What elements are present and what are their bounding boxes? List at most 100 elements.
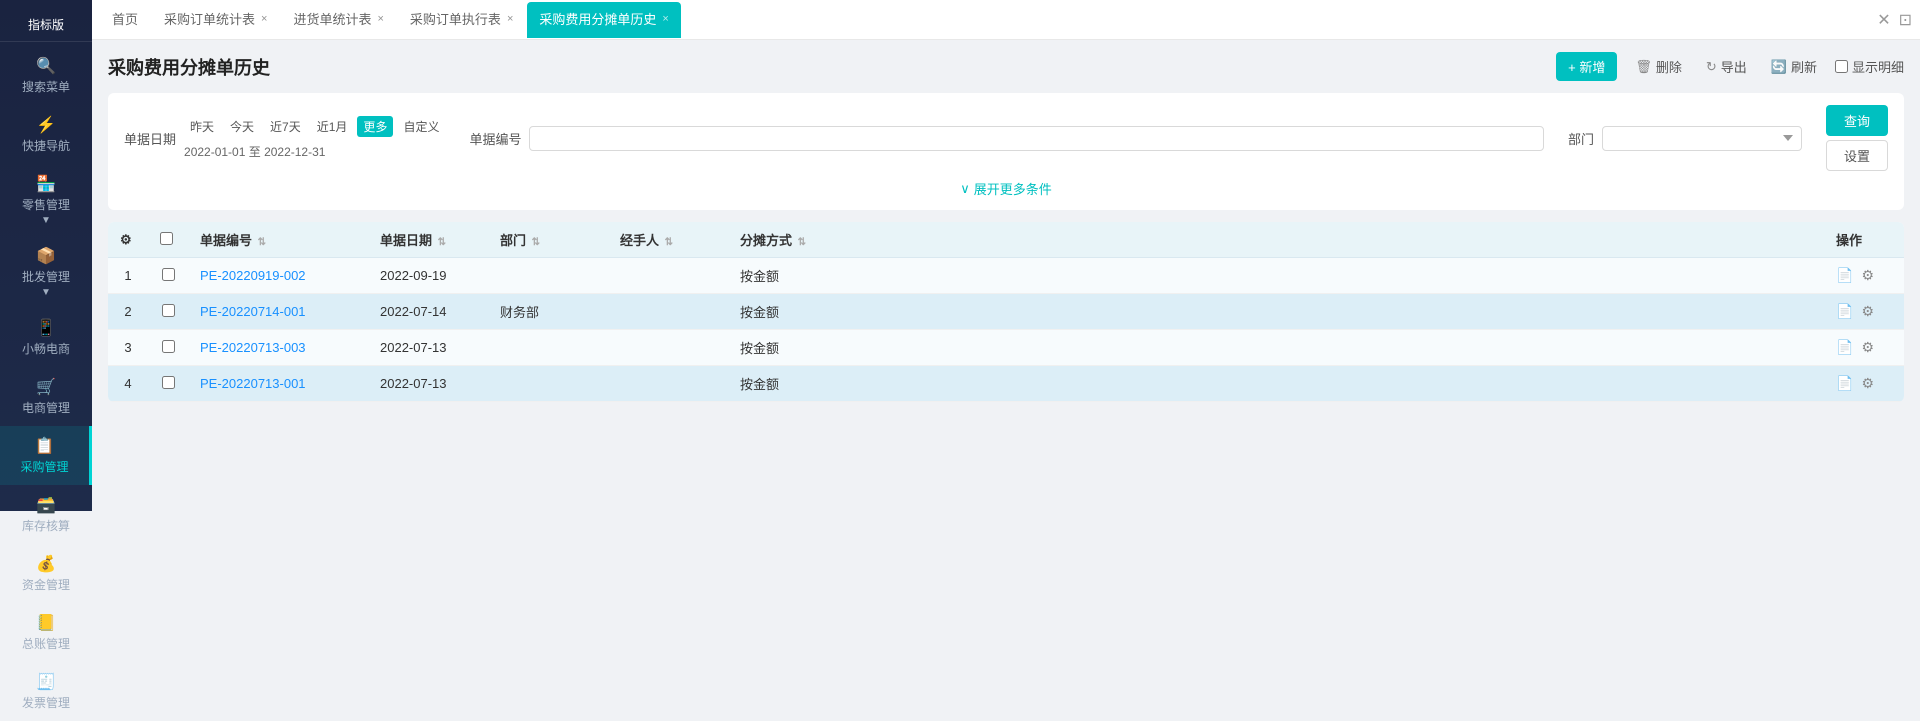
- edit-icon-2[interactable]: 📄: [1836, 339, 1853, 356]
- row-select-3[interactable]: [162, 376, 175, 389]
- tab-expand-icon[interactable]: ⊡: [1899, 10, 1912, 30]
- wholesale-icon: 📦: [36, 246, 56, 266]
- sidebar-item-label: 采购管理: [20, 458, 68, 475]
- more-icon-2[interactable]: ⚙: [1861, 339, 1874, 356]
- search-row: 单据日期 昨天 今天 近7天 近1月 更多 自定义 2022-01-01 至 2…: [124, 105, 1888, 171]
- sidebar-item-purchase[interactable]: 📋 采购管理: [0, 426, 92, 485]
- show-columns-checkbox[interactable]: 显示明细: [1835, 57, 1904, 76]
- tab-purchase-order-summary[interactable]: 采购订单统计表 ×: [152, 2, 279, 38]
- row-index-1: 2: [108, 294, 148, 330]
- row-doc-date-1: 2022-07-14: [368, 294, 488, 330]
- row-select-1[interactable]: [162, 304, 175, 317]
- row-handler-3: [608, 366, 728, 402]
- doc-no-input[interactable]: [529, 126, 1544, 151]
- table-head: ⚙ 单据编号 ⇅ 单据日期 ⇅ 部门: [108, 222, 1904, 258]
- row-checkbox-0: [148, 258, 188, 294]
- main-area: 首页 采购订单统计表 × 进货单统计表 × 采购订单执行表 × 采购费用分摊单历…: [92, 0, 1920, 511]
- dept-sort-icon[interactable]: ⇅: [532, 237, 540, 248]
- export-icon: ↻: [1706, 59, 1717, 75]
- export-button[interactable]: ↻ 导出: [1700, 53, 1753, 80]
- sidebar-item-finance[interactable]: 💰 资金管理: [0, 544, 92, 603]
- tab-purchase-order-exec[interactable]: 采购订单执行表 ×: [398, 2, 525, 38]
- expand-more[interactable]: ∨ 展开更多条件: [124, 179, 1888, 198]
- date-filter-7days[interactable]: 近7天: [264, 116, 307, 137]
- row-dept-1: 财务部: [488, 294, 608, 330]
- doc-no-link-1[interactable]: PE-20220714-001: [200, 304, 306, 319]
- edit-icon-1[interactable]: 📄: [1836, 303, 1853, 320]
- sidebar-item-ledger[interactable]: 📒 总账管理: [0, 603, 92, 662]
- row-doc-date-0: 2022-09-19: [368, 258, 488, 294]
- show-columns-label: 显示明细: [1852, 57, 1904, 76]
- row-action-1: 📄 ⚙: [1824, 294, 1904, 330]
- row-select-2[interactable]: [162, 340, 175, 353]
- row-doc-no-2: PE-20220713-003: [188, 330, 368, 366]
- more-icon-1[interactable]: ⚙: [1861, 303, 1874, 320]
- date-filter-yesterday[interactable]: 昨天: [184, 116, 220, 137]
- search-button[interactable]: 查询: [1826, 105, 1888, 136]
- row-doc-date-3: 2022-07-13: [368, 366, 488, 402]
- row-doc-no-3: PE-20220713-001: [188, 366, 368, 402]
- show-columns-input[interactable]: [1835, 60, 1848, 73]
- sidebar-logo: 指标版: [0, 8, 92, 42]
- doc-date-sort-icon[interactable]: ⇅: [438, 237, 446, 248]
- table-area: ⚙ 单据编号 ⇅ 单据日期 ⇅ 部门: [108, 222, 1904, 402]
- method-sort-icon[interactable]: ⇅: [798, 237, 806, 248]
- action-icons-1: 📄 ⚙: [1836, 303, 1892, 320]
- row-index-2: 3: [108, 330, 148, 366]
- sidebar-item-quick[interactable]: ⚡ 快捷导航: [0, 105, 92, 164]
- sidebar-item-label: 总账管理: [22, 635, 70, 652]
- date-filter-custom[interactable]: 自定义: [397, 116, 445, 137]
- tab-close-purchase-goods-summary[interactable]: ×: [377, 13, 383, 25]
- doc-no-link-0[interactable]: PE-20220919-002: [200, 268, 306, 283]
- col-dept: 部门 ⇅: [488, 222, 608, 258]
- date-filter-1month[interactable]: 近1月: [311, 116, 354, 137]
- delete-button[interactable]: 🗑 删除: [1629, 53, 1688, 80]
- data-table: ⚙ 单据编号 ⇅ 单据日期 ⇅ 部门: [108, 222, 1904, 402]
- sidebar-item-inventory[interactable]: 🗃️ 库存核算: [0, 485, 92, 544]
- select-all-checkbox[interactable]: [160, 232, 173, 245]
- tab-close-purchase-order-summary[interactable]: ×: [261, 13, 267, 25]
- doc-no-link-2[interactable]: PE-20220713-003: [200, 340, 306, 355]
- export-label: 导出: [1721, 57, 1747, 76]
- edit-icon-3[interactable]: 📄: [1836, 375, 1853, 392]
- row-index-0: 1: [108, 258, 148, 294]
- more-icon-0[interactable]: ⚙: [1861, 267, 1874, 284]
- date-field: 单据日期 昨天 今天 近7天 近1月 更多 自定义 2022-01-01 至 2…: [124, 116, 445, 160]
- sidebar-item-retail[interactable]: 🏪 零售管理 ▼: [0, 164, 92, 236]
- table-row: 1 PE-20220919-002 2022-09-19 按金额 📄 ⚙: [108, 258, 1904, 294]
- col-handler: 经手人 ⇅: [608, 222, 728, 258]
- tab-close-all-icon[interactable]: ✕: [1877, 10, 1890, 30]
- sidebar-item-invoice[interactable]: 🧾 发票管理: [0, 662, 92, 721]
- content-area: 采购费用分摊单历史 + 新增 🗑 删除 ↻ 导出 🔄 刷新: [92, 40, 1920, 511]
- row-doc-no-0: PE-20220919-002: [188, 258, 368, 294]
- tab-close-purchase-fee-history[interactable]: ×: [662, 13, 668, 25]
- row-select-0[interactable]: [162, 268, 175, 281]
- edit-icon-0[interactable]: 📄: [1836, 267, 1853, 284]
- sidebar-item-wholesale[interactable]: 📦 批发管理 ▼: [0, 236, 92, 308]
- date-filter-today[interactable]: 今天: [224, 116, 260, 137]
- dept-select[interactable]: [1602, 126, 1802, 151]
- handler-sort-icon[interactable]: ⇅: [665, 237, 673, 248]
- doc-no-link-3[interactable]: PE-20220713-001: [200, 376, 306, 391]
- table-row: 3 PE-20220713-003 2022-07-13 按金额 📄 ⚙: [108, 330, 1904, 366]
- action-icons-2: 📄 ⚙: [1836, 339, 1892, 356]
- refresh-button[interactable]: 🔄 刷新: [1765, 53, 1823, 80]
- tab-purchase-goods-summary[interactable]: 进货单统计表 ×: [281, 2, 395, 38]
- doc-no-sort-icon[interactable]: ⇅: [258, 237, 266, 248]
- inventory-icon: 🗃️: [36, 495, 56, 515]
- col-settings[interactable]: ⚙: [108, 222, 148, 258]
- date-filter-more[interactable]: 更多: [357, 116, 393, 137]
- sidebar-item-ecom[interactable]: 🛒 电商管理: [0, 367, 92, 426]
- add-button[interactable]: + 新增: [1556, 52, 1617, 81]
- tab-close-purchase-order-exec[interactable]: ×: [507, 13, 513, 25]
- row-index-3: 4: [108, 366, 148, 402]
- sidebar-item-search[interactable]: 🔍 搜索菜单: [0, 46, 92, 105]
- table-row: 4 PE-20220713-001 2022-07-13 按金额 📄 ⚙: [108, 366, 1904, 402]
- more-icon-3[interactable]: ⚙: [1861, 375, 1874, 392]
- sidebar-item-mini[interactable]: 📱 小畅电商: [0, 308, 92, 367]
- col-action: 操作: [1824, 222, 1904, 258]
- settings-button[interactable]: 设置: [1826, 140, 1888, 171]
- tab-purchase-fee-history[interactable]: 采购费用分摊单历史 ×: [527, 2, 680, 38]
- tab-home[interactable]: 首页: [100, 2, 150, 38]
- action-icons-3: 📄 ⚙: [1836, 375, 1892, 392]
